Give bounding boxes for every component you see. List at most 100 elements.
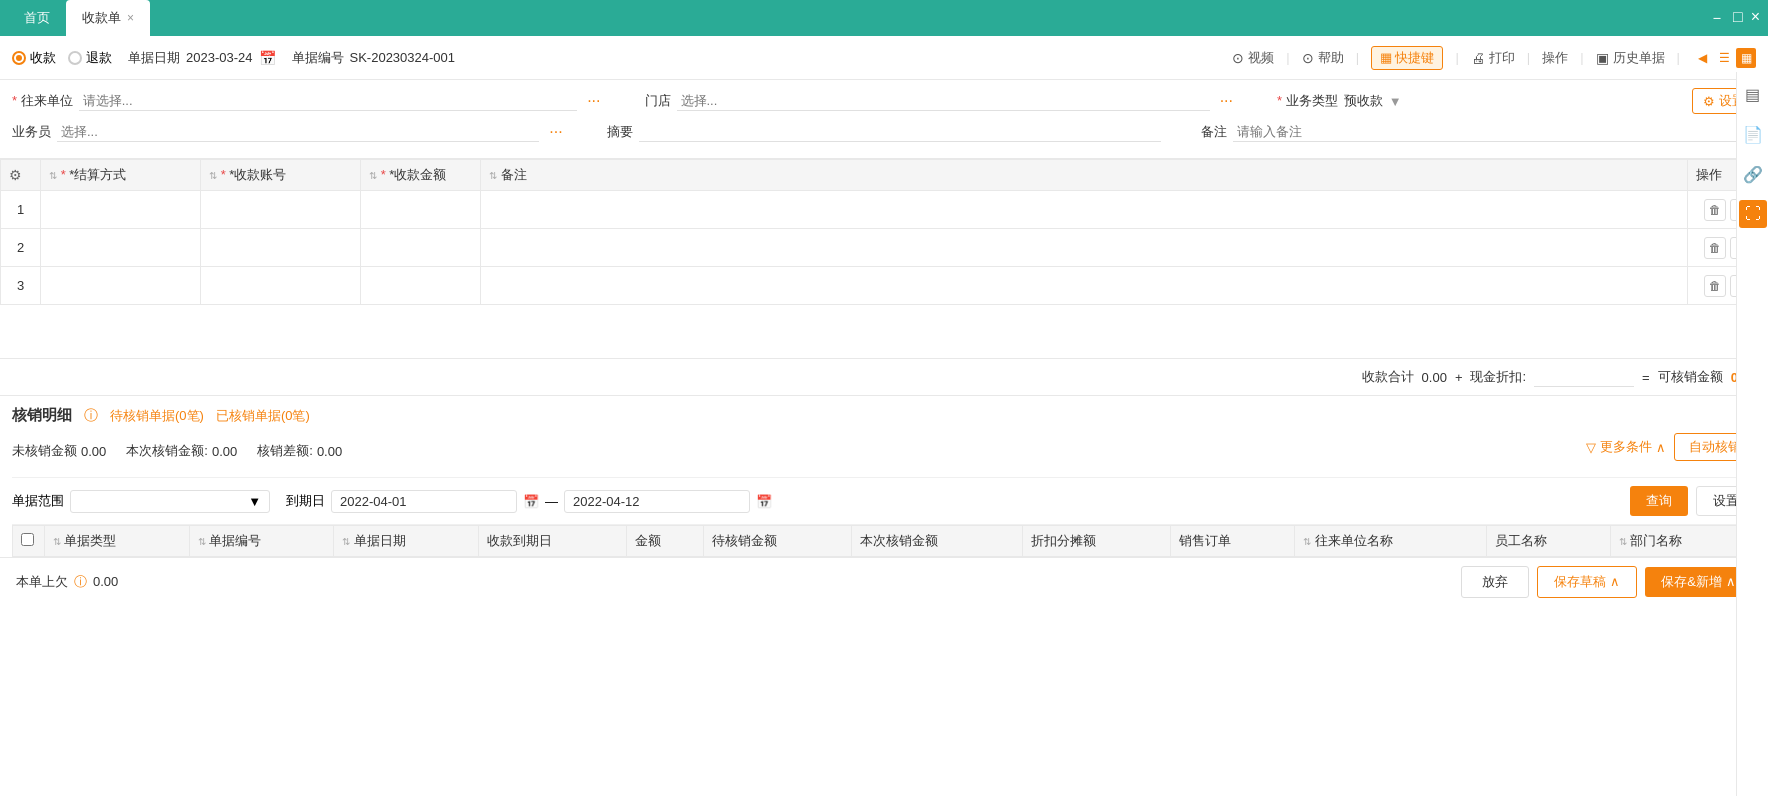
maximize-icon[interactable]: □ [1733, 8, 1743, 29]
help-btn[interactable]: ⊙ 帮助 [1302, 49, 1344, 67]
sidebar-doc-icon[interactable]: 📄 [1739, 120, 1767, 148]
store-more-icon[interactable]: ··· [1216, 92, 1237, 110]
current-stat: 本次核销金额: 0.00 [126, 442, 237, 460]
toolbar-right: ⊙ 视频 | ⊙ 帮助 | ▦ 快捷键 | 🖨 打印 | 操作 | [1232, 46, 1756, 70]
row-settlement[interactable] [41, 267, 201, 305]
th-settings[interactable]: ⚙ [1, 160, 41, 191]
shortcut-icon: ▦ [1380, 50, 1392, 65]
partner-input[interactable] [79, 91, 577, 111]
search-bar: 单据范围 ▼ 到期日 📅 — 📅 查询 设置 [12, 477, 1756, 525]
row-amount[interactable] [361, 229, 481, 267]
row-delete-btn[interactable]: 🗑 [1704, 237, 1726, 259]
tab-home[interactable]: 首页 [8, 0, 66, 36]
th-pending-amount: 待核销金额 [704, 526, 852, 557]
row-account[interactable] [201, 267, 361, 305]
discount-input[interactable] [1534, 367, 1634, 387]
note-field: 备注 [1201, 122, 1756, 142]
minimize-icon[interactable]: － [1709, 8, 1725, 29]
row-account[interactable] [201, 229, 361, 267]
th-discount: 折扣分摊额 [1023, 526, 1171, 557]
view-grid-icon[interactable]: ▦ [1736, 48, 1756, 68]
view-prev-icon[interactable]: ◀ [1692, 48, 1712, 68]
number-label: 单据编号 [292, 49, 344, 67]
calendar-icon[interactable]: 📅 [259, 50, 276, 66]
save-draft-btn[interactable]: 保存草稿 ∧ [1537, 566, 1637, 598]
staff-more-icon[interactable]: ··· [545, 123, 566, 141]
data-table: ⚙ ⇅ * *结算方式 ⇅ * *收款账号 ⇅ * [0, 159, 1768, 305]
row-amount[interactable] [361, 191, 481, 229]
note-label: 备注 [1201, 123, 1227, 141]
operation-btn[interactable]: 操作 [1542, 49, 1568, 67]
verification-stats: 未核销金额 0.00 本次核销金额: 0.00 核销差额: 0.00 ▽ 更多条… [12, 433, 1756, 469]
history-btn[interactable]: ▣ 历史单据 [1596, 49, 1665, 67]
radio-refund-label: 退款 [86, 49, 112, 67]
data-table-wrapper: ⚙ ⇅ * *结算方式 ⇅ * *收款账号 ⇅ * [0, 159, 1768, 359]
row-delete-btn[interactable]: 🗑 [1704, 199, 1726, 221]
radio-refund-dot [68, 51, 82, 65]
note-input[interactable] [1233, 122, 1756, 142]
close-icon[interactable]: × [1751, 8, 1760, 29]
summary-row: 收款合计 0.00 + 现金折扣: = 可核销金额 0.00 [0, 359, 1768, 396]
radio-refund[interactable]: 退款 [68, 49, 112, 67]
sidebar-table-icon[interactable]: ▤ [1739, 80, 1767, 108]
store-field: 门店 ··· [645, 91, 1238, 111]
tab-active[interactable]: 收款单 × [66, 0, 150, 36]
th-current-amount: 本次核销金额 [852, 526, 1023, 557]
query-btn[interactable]: 查询 [1630, 486, 1688, 516]
sidebar-expand-icon[interactable]: ⛶ [1739, 200, 1767, 228]
staff-input[interactable] [57, 122, 539, 142]
video-btn[interactable]: ⊙ 视频 [1232, 49, 1274, 67]
date-start-input[interactable] [331, 490, 517, 513]
form-row-1: * 往来单位 ··· 门店 ··· * 业务类型 预收款 ▼ [12, 88, 1756, 114]
done-tab-link[interactable]: 已核销单据(0笔) [216, 407, 310, 425]
tab-close-icon[interactable]: × [127, 0, 134, 36]
row-settlement[interactable] [41, 191, 201, 229]
th-due-date: 收款到期日 [479, 526, 627, 557]
current-label: 本次核销金额: [126, 442, 208, 460]
date-end-calendar-icon[interactable]: 📅 [756, 494, 772, 509]
date-start-calendar-icon[interactable]: 📅 [523, 494, 539, 509]
row-note[interactable] [481, 267, 1688, 305]
save-new-chevron-icon: ∧ [1726, 574, 1736, 589]
table-gear-icon[interactable]: ⚙ [9, 167, 22, 183]
store-input[interactable] [677, 91, 1210, 111]
pending-tab-link[interactable]: 待核销单据(0笔) [110, 407, 204, 425]
discard-btn[interactable]: 放弃 [1461, 566, 1529, 598]
save-draft-chevron-icon: ∧ [1610, 574, 1620, 589]
date-end-input[interactable] [564, 490, 750, 513]
partner-more-icon[interactable]: ··· [583, 92, 604, 110]
row-settlement[interactable] [41, 229, 201, 267]
th-amount: 金额 [626, 526, 703, 557]
print-btn[interactable]: 🖨 打印 [1471, 49, 1515, 67]
th-dept-name: ⇅ 部门名称 [1611, 526, 1756, 557]
save-new-label: 保存&新增 [1661, 573, 1722, 591]
row-account[interactable] [201, 191, 361, 229]
view-list-icon[interactable]: ☰ [1714, 48, 1734, 68]
row-note[interactable] [481, 191, 1688, 229]
radio-income[interactable]: 收款 [12, 49, 56, 67]
select-all-checkbox[interactable] [21, 533, 34, 546]
row-delete-btn[interactable]: 🗑 [1704, 275, 1726, 297]
diff-value: 0.00 [317, 444, 342, 459]
row-note[interactable] [481, 229, 1688, 267]
table-row: 2 🗑 ⊕ [1, 229, 1768, 267]
filter-btn[interactable]: ▽ 更多条件 ∧ [1586, 438, 1666, 456]
verifiable-label: 可核销金额 [1658, 368, 1723, 386]
video-icon: ⊙ [1232, 50, 1244, 66]
pending-tab-label: 待核销单据(0笔) [110, 408, 204, 423]
row-amount[interactable] [361, 267, 481, 305]
form-row-2: 业务员 ··· 摘要 备注 [12, 122, 1756, 142]
info-icon[interactable]: ⓘ [84, 407, 98, 425]
sidebar-link-icon[interactable]: 🔗 [1739, 160, 1767, 188]
partner-label: * 往来单位 [12, 92, 73, 110]
staff-field: 业务员 ··· [12, 122, 567, 142]
summary-input[interactable] [639, 122, 1162, 142]
save-draft-label: 保存草稿 [1554, 573, 1606, 591]
shortcut-btn[interactable]: ▦ 快捷键 [1371, 46, 1443, 70]
business-type-select[interactable]: 预收款 ▼ [1344, 92, 1402, 110]
current-value: 0.00 [212, 444, 237, 459]
print-icon: 🖨 [1471, 50, 1485, 66]
order-value: 0.00 [93, 574, 118, 589]
date-field: 单据日期 2023-03-24 📅 [128, 49, 276, 67]
range-select[interactable]: ▼ [70, 490, 270, 513]
